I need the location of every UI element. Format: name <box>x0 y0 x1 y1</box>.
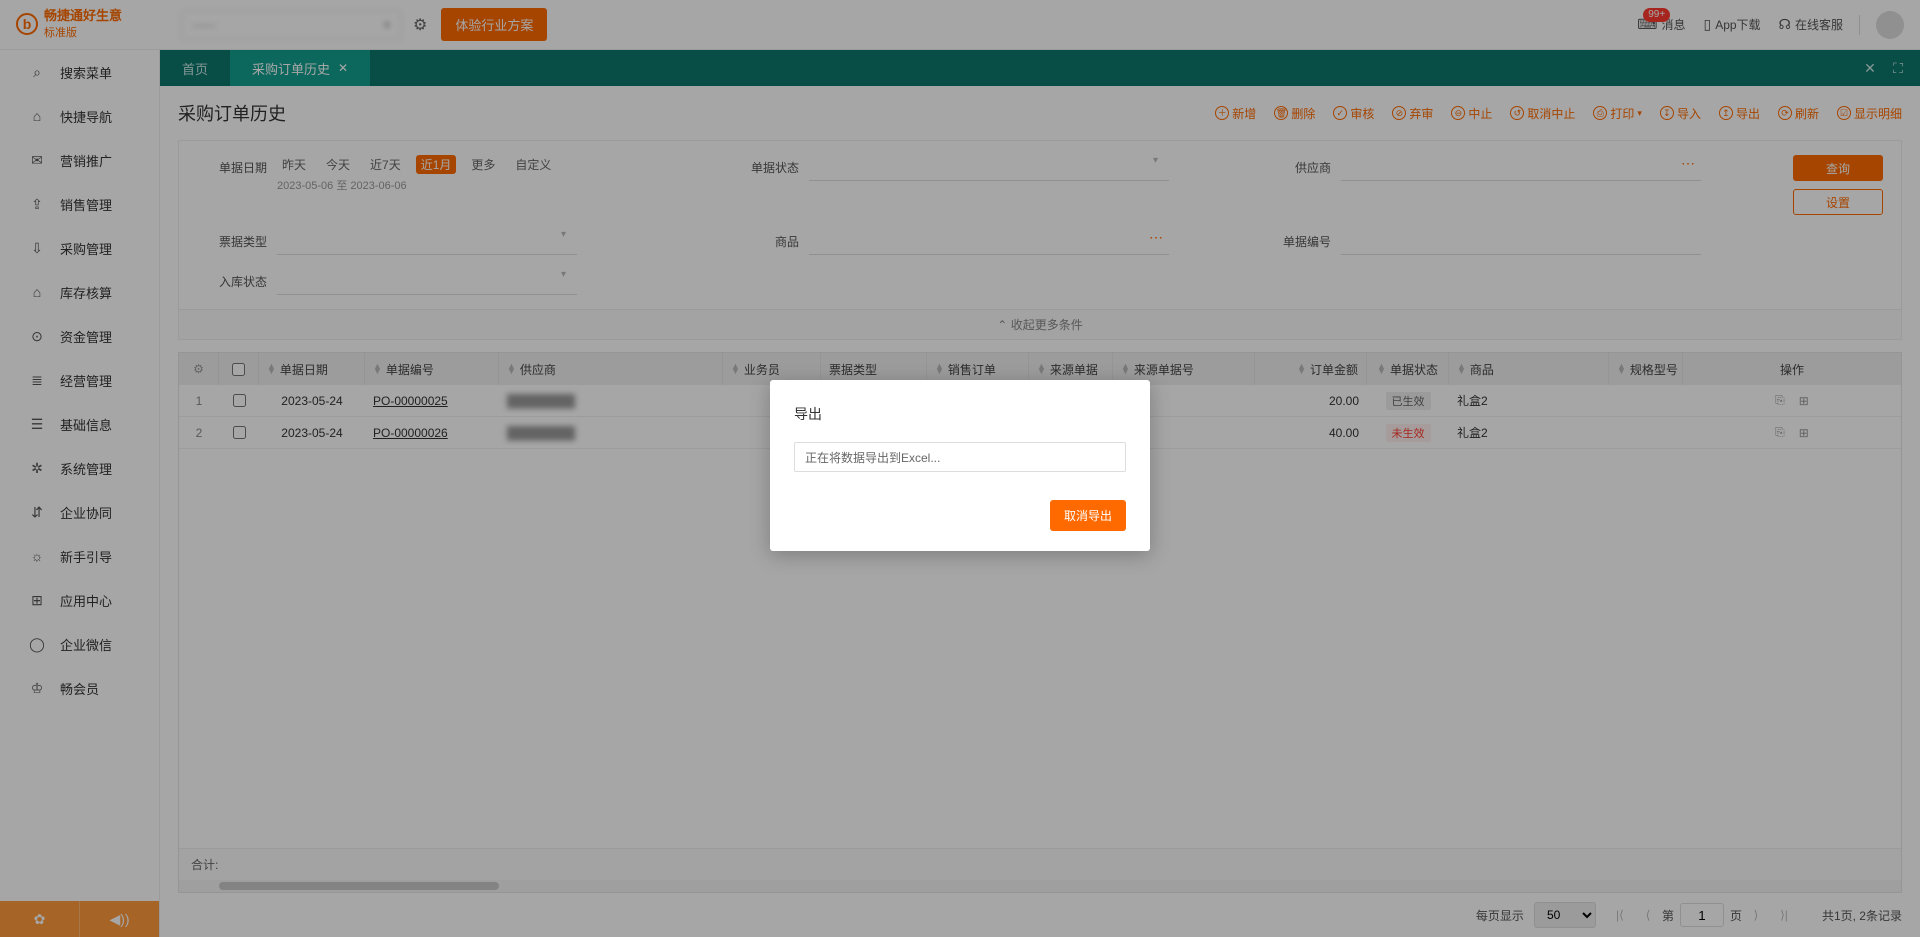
export-progress-input <box>794 442 1126 472</box>
modal-overlay: 导出 取消导出 <box>0 0 1920 937</box>
modal-title: 导出 <box>794 404 1126 424</box>
cancel-export-button[interactable]: 取消导出 <box>1050 500 1126 531</box>
export-modal: 导出 取消导出 <box>770 380 1150 551</box>
